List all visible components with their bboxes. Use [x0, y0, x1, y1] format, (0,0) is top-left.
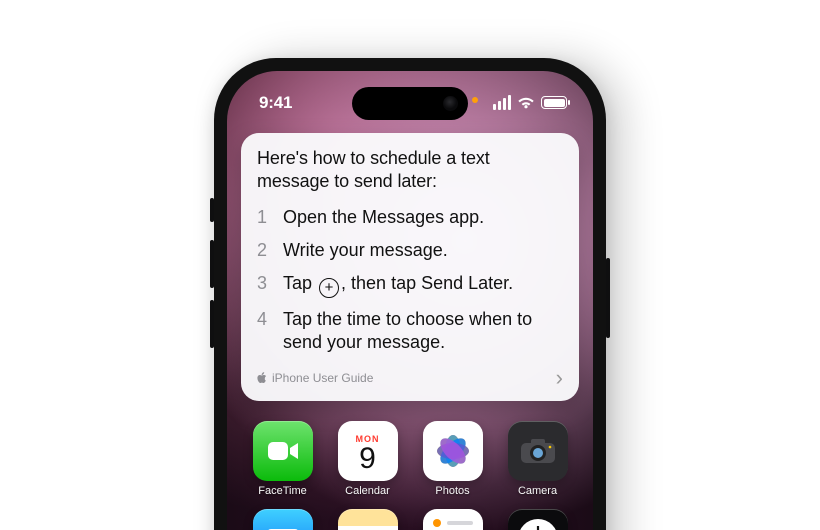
app-facetime[interactable]: FaceTime: [247, 421, 318, 497]
volume-up-button[interactable]: [210, 240, 214, 288]
cellular-signal-icon: [493, 95, 511, 110]
mute-switch[interactable]: [210, 198, 214, 222]
siri-source-text: iPhone User Guide: [272, 371, 373, 385]
step-text: Open the Messages app.: [283, 206, 484, 229]
volume-down-button[interactable]: [210, 300, 214, 348]
notes-icon: [338, 509, 398, 530]
iphone-screen: 9:41 Here's how to schedule a text messa…: [227, 71, 593, 530]
step-text: Tap +, then tap Send Later.: [283, 272, 513, 298]
mail-icon: [253, 509, 313, 530]
siri-response-card[interactable]: Here's how to schedule a text message to…: [241, 133, 579, 401]
app-label: Photos: [435, 485, 469, 497]
calendar-icon: MON 9: [338, 421, 398, 481]
siri-source[interactable]: iPhone User Guide ›: [257, 365, 563, 391]
app-reminders[interactable]: Reminders: [417, 509, 488, 530]
facetime-icon: [253, 421, 313, 481]
app-mail[interactable]: Mail: [247, 509, 318, 530]
step-number: 2: [257, 239, 271, 262]
siri-step: 2 Write your message.: [257, 234, 563, 267]
wifi-icon: [517, 96, 535, 110]
status-right: [493, 95, 567, 110]
siri-steps-list: 1 Open the Messages app. 2 Write your me…: [257, 201, 563, 359]
app-calendar[interactable]: MON 9 Calendar: [332, 421, 403, 497]
status-time: 9:41: [259, 93, 292, 113]
app-label: FaceTime: [258, 485, 307, 497]
home-row: FaceTime MON 9 Calendar: [247, 421, 573, 497]
siri-card-title: Here's how to schedule a text message to…: [257, 147, 563, 193]
status-bar: 9:41: [227, 89, 593, 119]
stage: 9:41 Here's how to schedule a text messa…: [0, 0, 820, 530]
siri-step: 4 Tap the time to choose when to send yo…: [257, 303, 563, 359]
chevron-right-icon: ›: [556, 365, 563, 391]
plus-circle-icon: +: [319, 278, 339, 298]
photos-icon: [423, 421, 483, 481]
step-text: Tap the time to choose when to send your…: [283, 308, 563, 354]
step-number: 4: [257, 308, 271, 331]
app-notes[interactable]: Notes: [332, 509, 403, 530]
step-number: 3: [257, 272, 271, 295]
step-number: 1: [257, 206, 271, 229]
home-row: Mail Notes Reminders C: [247, 509, 573, 530]
app-label: Calendar: [345, 485, 390, 497]
battery-icon: [541, 96, 567, 109]
side-button[interactable]: [606, 258, 610, 338]
siri-step: 3 Tap +, then tap Send Later.: [257, 267, 563, 303]
camera-icon: [508, 421, 568, 481]
clock-icon: [508, 509, 568, 530]
calendar-day: 9: [359, 444, 376, 474]
reminders-icon: [423, 509, 483, 530]
apple-logo-icon: [257, 372, 267, 384]
app-camera[interactable]: Camera: [502, 421, 573, 497]
iphone-frame: 9:41 Here's how to schedule a text messa…: [214, 58, 606, 530]
step-text: Write your message.: [283, 239, 448, 262]
siri-step: 1 Open the Messages app.: [257, 201, 563, 234]
app-photos[interactable]: Photos: [417, 421, 488, 497]
app-label: Camera: [518, 485, 557, 497]
app-clock[interactable]: Clock: [502, 509, 573, 530]
